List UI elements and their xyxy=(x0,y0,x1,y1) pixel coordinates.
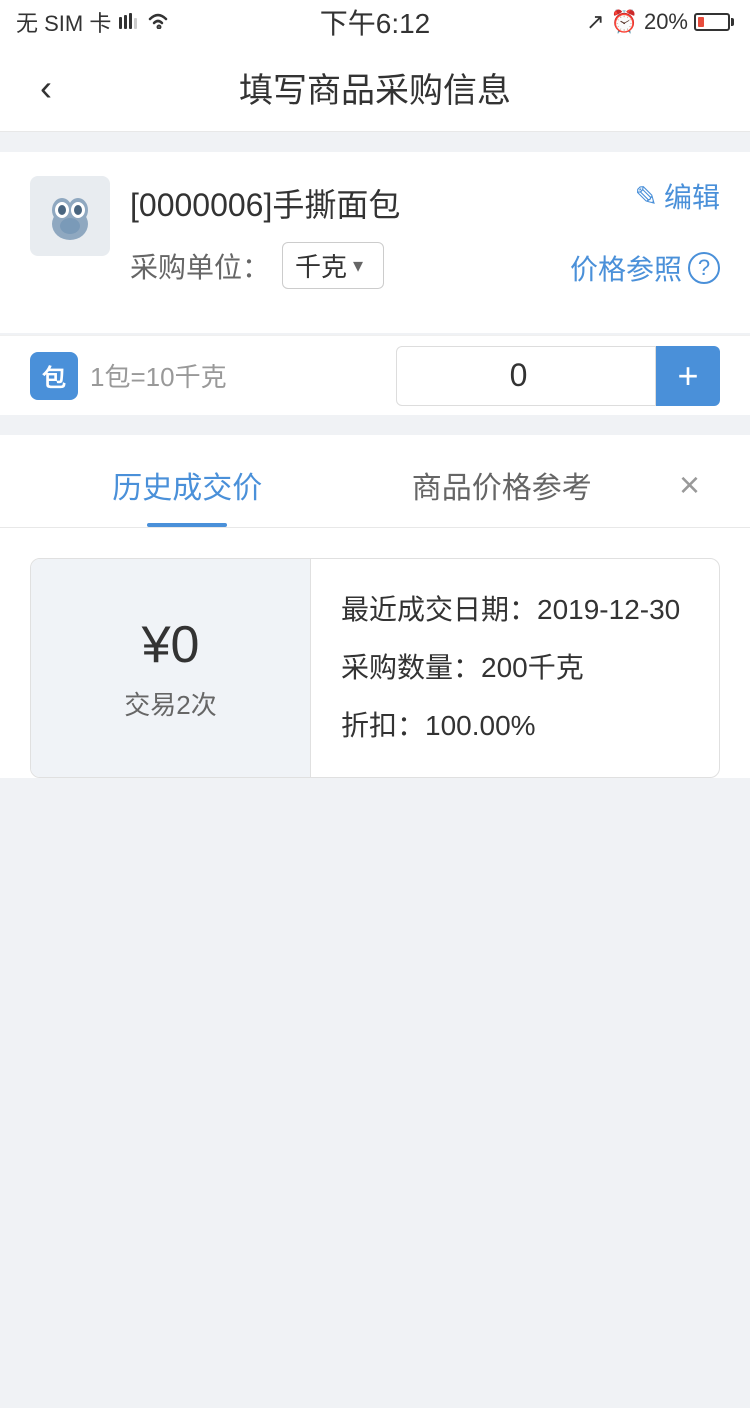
alarm-icon: ⏰ xyxy=(611,9,638,35)
trade-count: 交易2次 xyxy=(124,685,216,722)
trade-card: ¥0 交易2次 最近成交日期：2019-12-30 采购数量：200千克 折扣：… xyxy=(30,558,720,778)
product-info: [0000006]手撕面包 采购单位： 千克 ▾ xyxy=(130,176,400,289)
battery-icon xyxy=(694,13,734,31)
price-ref-help-icon: ? xyxy=(688,252,720,284)
price-reference-button[interactable]: 价格参照 ? xyxy=(570,248,720,288)
nav-bar: ‹ 填写商品采购信息 xyxy=(0,44,750,132)
status-bar: 无 SIM 卡 下午6:12 ↗ ⏰ 20% xyxy=(0,0,750,44)
trade-recent-date: 最近成交日期：2019-12-30 xyxy=(341,589,689,631)
unit-dropdown-arrow: ▾ xyxy=(353,253,363,278)
unit-selector[interactable]: 千克 ▾ xyxy=(282,242,384,289)
trade-price: ¥0 xyxy=(142,615,200,675)
edit-button[interactable]: ✎ 编辑 xyxy=(635,176,720,216)
unit-label: 采购单位： xyxy=(130,246,270,286)
product-section: [0000006]手撕面包 采购单位： 千克 ▾ ✎ 编辑 价格参照 ? xyxy=(0,152,750,333)
content-area xyxy=(0,808,750,1408)
edit-icon: ✎ xyxy=(635,180,658,213)
package-section: 包 1包=10千克 + xyxy=(0,335,750,415)
trade-quantity: 采购数量：200千克 xyxy=(341,647,689,689)
status-time: 下午6:12 xyxy=(320,2,431,42)
product-name: [0000006]手撕面包 xyxy=(130,180,400,226)
sim-icon xyxy=(119,9,139,35)
wifi-icon xyxy=(147,9,169,35)
location-icon: ↗ xyxy=(586,9,604,35)
tab-product-price-reference[interactable]: 商品价格参考 xyxy=(344,435,658,527)
quantity-increment-button[interactable]: + xyxy=(656,346,720,406)
quantity-input[interactable] xyxy=(396,346,656,406)
status-carrier: 无 SIM 卡 xyxy=(16,6,169,38)
status-right: ↗ ⏰ 20% xyxy=(586,9,734,35)
quantity-input-row: + xyxy=(396,346,720,406)
tab-history-price[interactable]: 历史成交价 xyxy=(30,435,344,527)
page-title: 填写商品采购信息 xyxy=(239,63,511,112)
tabs-section: 历史成交价 商品价格参考 × ¥0 交易2次 最近成交日期：2019-12-30… xyxy=(0,435,750,778)
back-button[interactable]: ‹ xyxy=(30,57,62,119)
tabs-header: 历史成交价 商品价格参考 × xyxy=(0,435,750,528)
battery-percent: 20% xyxy=(644,9,688,35)
trade-discount: 折扣：100.00% xyxy=(341,705,689,747)
package-label: 1包=10千克 xyxy=(90,357,227,394)
trade-card-details: 最近成交日期：2019-12-30 采购数量：200千克 折扣：100.00% xyxy=(311,559,719,777)
package-icon: 包 xyxy=(30,352,78,400)
trade-card-price-summary: ¥0 交易2次 xyxy=(31,559,311,777)
tabs-close-button[interactable]: × xyxy=(659,436,720,526)
product-image xyxy=(30,176,110,256)
